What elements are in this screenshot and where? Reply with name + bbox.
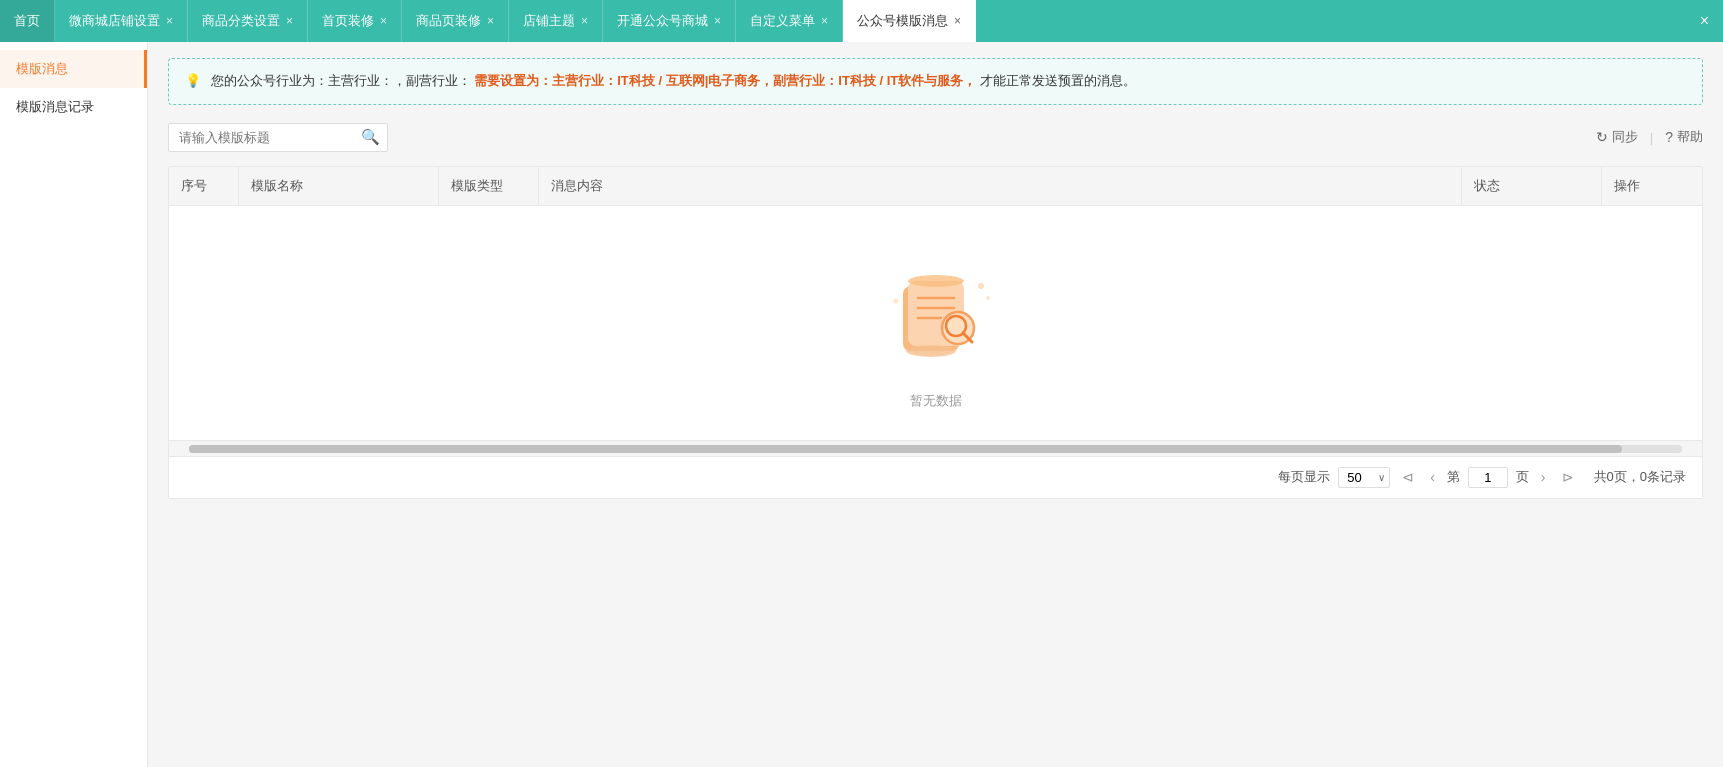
col-header-seq: 序号	[169, 167, 239, 205]
tab-home[interactable]: 首页	[0, 0, 55, 42]
notice-text-prefix: 您的公众号行业为：主营行业：，副营行业：	[211, 73, 471, 88]
page-size-label: 每页显示	[1278, 468, 1330, 486]
col-header-type: 模版类型	[439, 167, 539, 205]
search-button[interactable]: 🔍	[361, 128, 380, 146]
divider: |	[1650, 130, 1653, 145]
col-header-status: 状态	[1462, 167, 1602, 205]
tab-open-mall-close[interactable]: ×	[714, 15, 721, 27]
sidebar-item-template-msg-log[interactable]: 模版消息记录	[0, 88, 147, 126]
tab-category-setting[interactable]: 商品分类设置 ×	[188, 0, 308, 42]
scrollbar-thumb[interactable]	[189, 445, 1622, 453]
col-header-name: 模版名称	[239, 167, 439, 205]
help-label: 帮助	[1677, 128, 1703, 146]
search-input[interactable]	[168, 123, 388, 152]
sidebar-item-template-msg[interactable]: 模版消息	[0, 50, 147, 88]
tab-product-decor[interactable]: 商品页装修 ×	[402, 0, 509, 42]
page-next-button[interactable]: ›	[1537, 467, 1550, 487]
svg-point-11	[893, 298, 898, 303]
page-number-input[interactable]	[1468, 467, 1508, 488]
sidebar-item-template-msg-log-label: 模版消息记录	[16, 99, 94, 114]
tab-product-decor-label: 商品页装修	[416, 12, 481, 30]
tab-open-mall-label: 开通公众号商城	[617, 12, 708, 30]
page-prev-button[interactable]: ‹	[1426, 467, 1439, 487]
scrollbar-track	[189, 445, 1682, 453]
tab-store-setting[interactable]: 微商城店铺设置 ×	[55, 0, 188, 42]
sync-button[interactable]: ↻ 同步	[1596, 128, 1638, 146]
help-button[interactable]: ? 帮助	[1665, 128, 1703, 146]
search-bar: 🔍 ↻ 同步 | ? 帮助	[168, 123, 1703, 152]
svg-point-9	[978, 283, 984, 289]
tab-store-theme[interactable]: 店铺主题 ×	[509, 0, 603, 42]
notice-icon: 💡	[185, 73, 201, 88]
sync-label: 同步	[1612, 128, 1638, 146]
tab-home-decor[interactable]: 首页装修 ×	[308, 0, 402, 42]
global-close-button[interactable]: ×	[1686, 0, 1723, 42]
page-size-select[interactable]: 50 10 20 100	[1338, 467, 1390, 488]
search-left: 🔍	[168, 123, 388, 152]
page-total-info: 共0页，0条记录	[1594, 468, 1686, 486]
tab-category-setting-close[interactable]: ×	[286, 15, 293, 27]
pagination: 每页显示 50 10 20 100 ⊲ ‹ 第 页 › ⊳ 共0页，0条记录	[169, 456, 1702, 498]
notice-box: 💡 您的公众号行业为：主营行业：，副营行业： 需要设置为：主营行业：IT科技 /…	[168, 58, 1703, 105]
svg-point-10	[986, 296, 990, 300]
tab-store-theme-label: 店铺主题	[523, 12, 575, 30]
tab-store-setting-label: 微商城店铺设置	[69, 12, 160, 30]
help-icon: ?	[1665, 129, 1673, 145]
content-area: 💡 您的公众号行业为：主营行业：，副营行业： 需要设置为：主营行业：IT科技 /…	[148, 42, 1723, 767]
search-right: ↻ 同步 | ? 帮助	[1596, 128, 1703, 146]
tab-home-decor-close[interactable]: ×	[380, 15, 387, 27]
notice-text-highlight: 需要设置为：主营行业：IT科技 / 互联网|电子商务，副营行业：IT科技 / I…	[474, 73, 976, 88]
tab-open-mall[interactable]: 开通公众号商城 ×	[603, 0, 736, 42]
page-label-after: 页	[1516, 468, 1529, 486]
main-layout: 模版消息 模版消息记录 💡 您的公众号行业为：主营行业：，副营行业： 需要设置为…	[0, 42, 1723, 767]
page-first-button[interactable]: ⊲	[1398, 467, 1418, 487]
tab-custom-menu-label: 自定义菜单	[750, 12, 815, 30]
sidebar: 模版消息 模版消息记录	[0, 42, 148, 767]
data-table: 序号 模版名称 模版类型 消息内容 状态 操作	[168, 166, 1703, 499]
tab-home-label: 首页	[14, 12, 40, 30]
tab-home-decor-label: 首页装修	[322, 12, 374, 30]
svg-point-12	[908, 275, 964, 287]
notice-text-suffix: 才能正常发送预置的消息。	[980, 73, 1136, 88]
table-header: 序号 模版名称 模版类型 消息内容 状态 操作	[169, 167, 1702, 206]
page-last-button[interactable]: ⊳	[1558, 467, 1578, 487]
empty-text: 暂无数据	[910, 392, 962, 410]
page-size-wrap: 50 10 20 100	[1338, 467, 1390, 488]
sync-icon: ↻	[1596, 129, 1608, 145]
tab-template-msg-close[interactable]: ×	[954, 15, 961, 27]
tab-product-decor-close[interactable]: ×	[487, 15, 494, 27]
tab-template-msg-label: 公众号模版消息	[857, 12, 948, 30]
col-header-action: 操作	[1602, 167, 1702, 205]
search-input-wrap: 🔍	[168, 123, 388, 152]
tab-bar: 首页 微商城店铺设置 × 商品分类设置 × 首页装修 × 商品页装修 × 店铺主…	[0, 0, 1723, 42]
empty-illustration	[876, 246, 996, 376]
tab-store-setting-close[interactable]: ×	[166, 15, 173, 27]
horizontal-scrollbar[interactable]	[169, 440, 1702, 456]
page-label-before: 第	[1447, 468, 1460, 486]
sidebar-item-template-msg-label: 模版消息	[16, 61, 68, 76]
tab-store-theme-close[interactable]: ×	[581, 15, 588, 27]
tab-custom-menu[interactable]: 自定义菜单 ×	[736, 0, 843, 42]
empty-state: 暂无数据	[169, 206, 1702, 440]
svg-point-13	[906, 345, 956, 357]
tab-custom-menu-close[interactable]: ×	[821, 15, 828, 27]
col-header-content: 消息内容	[539, 167, 1462, 205]
tab-template-msg[interactable]: 公众号模版消息 ×	[843, 0, 976, 42]
tab-category-setting-label: 商品分类设置	[202, 12, 280, 30]
